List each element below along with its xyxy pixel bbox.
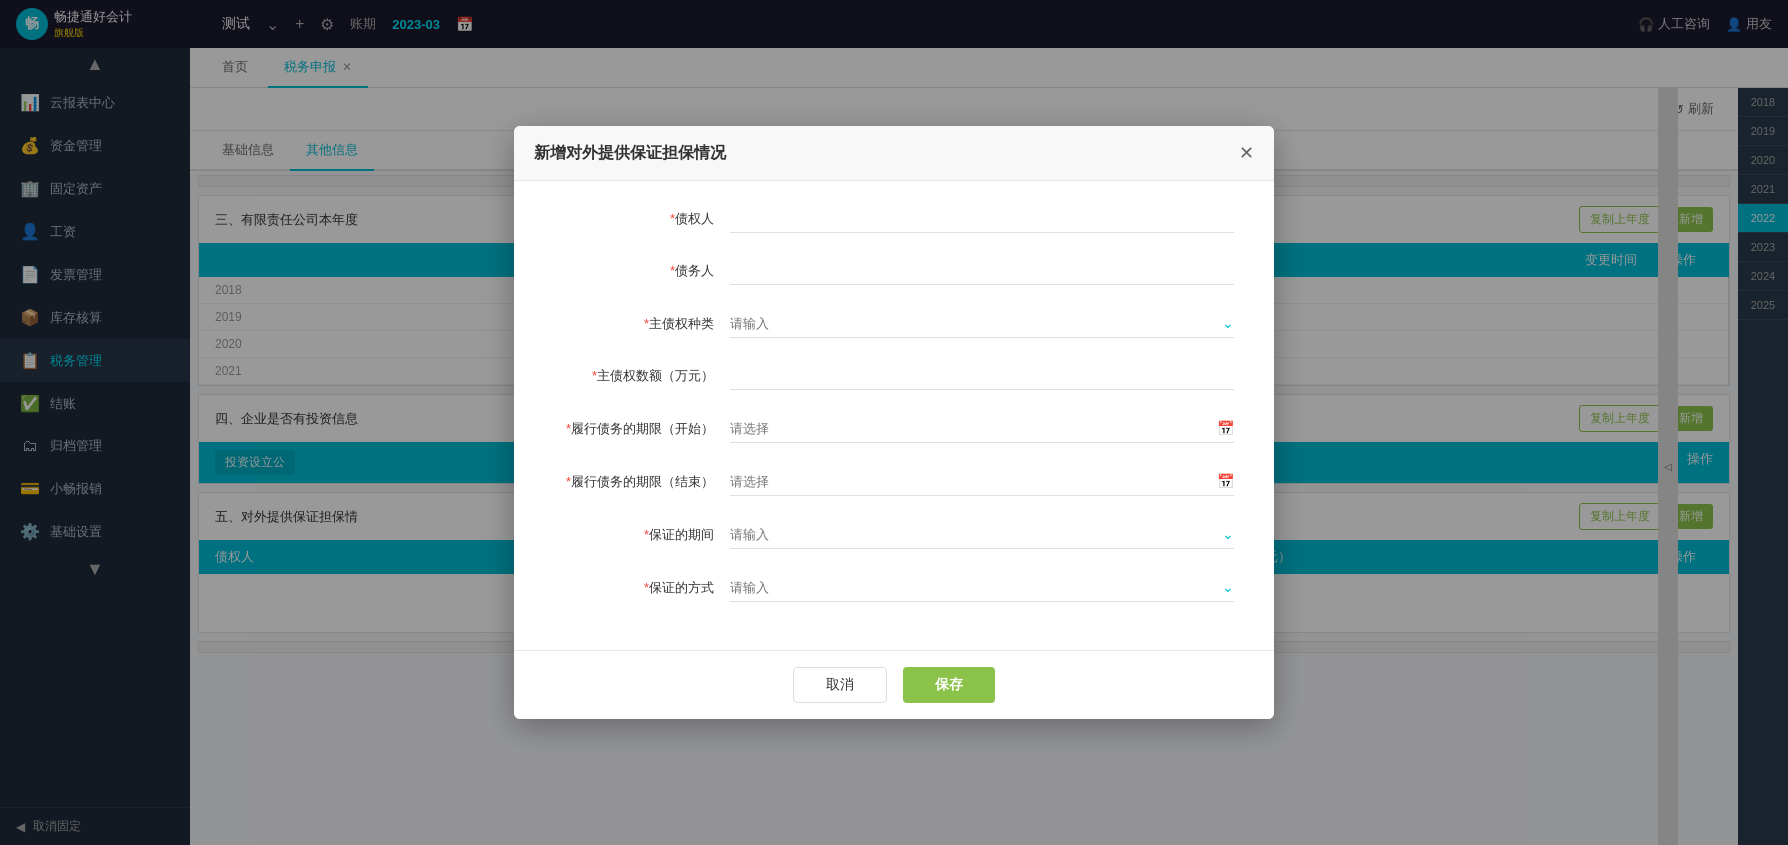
date-start: 📅 (730, 414, 1234, 443)
chevron-down3-icon: ⌄ (1222, 579, 1234, 595)
form-row-start-date: *履行债务的期限（开始） 📅 (554, 414, 1234, 443)
label-amount: *主债权数额（万元） (554, 367, 714, 385)
input-zhaiwuren[interactable] (730, 257, 1234, 285)
label-baozhengqijian: *保证的期间 (554, 526, 714, 544)
select-baozhengfangshi[interactable]: ⌄ (730, 573, 1234, 602)
form-row-baozhengfangshi: *保证的方式 ⌄ (554, 573, 1234, 602)
select-baozhengqijian[interactable]: ⌄ (730, 520, 1234, 549)
modal-title: 新增对外提供保证担保情况 (534, 143, 726, 164)
input-start-date[interactable] (730, 421, 1217, 436)
label-zhaiwuren: *债务人 (554, 262, 714, 280)
modal-body: *债权人 *债务人 *主债权种类 ⌄ (514, 181, 1274, 650)
select-zhuzhaiquan[interactable]: ⌄ (730, 309, 1234, 338)
modal-header: 新增对外提供保证担保情况 ✕ (514, 126, 1274, 181)
save-button[interactable]: 保存 (903, 667, 995, 703)
cancel-button[interactable]: 取消 (793, 667, 887, 703)
chevron-down-icon: ⌄ (1222, 315, 1234, 331)
form-row-amount: *主债权数额（万元） (554, 362, 1234, 390)
input-zhaiquanren[interactable] (730, 205, 1234, 233)
input-baozhengqijian[interactable] (730, 527, 1222, 542)
modal-footer: 取消 保存 (514, 650, 1274, 719)
label-end-date: *履行债务的期限（结束） (554, 473, 714, 491)
form-row-baozhengqijian: *保证的期间 ⌄ (554, 520, 1234, 549)
input-baozhengfangshi[interactable] (730, 580, 1222, 595)
label-start-date: *履行债务的期限（开始） (554, 420, 714, 438)
form-row-zhaiquanren: *债权人 (554, 205, 1234, 233)
modal-overlay: 新增对外提供保证担保情况 ✕ *债权人 *债务人 *主债权种类 (0, 0, 1788, 845)
form-row-zhaiwuren: *债务人 (554, 257, 1234, 285)
date-end: 📅 (730, 467, 1234, 496)
input-amount[interactable] (730, 362, 1234, 390)
label-zhuzhaiquan: *主债权种类 (554, 315, 714, 333)
modal-dialog: 新增对外提供保证担保情况 ✕ *债权人 *债务人 *主债权种类 (514, 126, 1274, 719)
chevron-down2-icon: ⌄ (1222, 526, 1234, 542)
calendar-start-icon[interactable]: 📅 (1217, 420, 1234, 436)
modal-close-btn[interactable]: ✕ (1239, 142, 1254, 164)
label-zhaiquanren: *债权人 (554, 210, 714, 228)
input-end-date[interactable] (730, 474, 1217, 489)
label-baozhengfangshi: *保证的方式 (554, 579, 714, 597)
input-zhuzhaiquan[interactable] (730, 316, 1222, 331)
form-row-zhuzhaiquan: *主债权种类 ⌄ (554, 309, 1234, 338)
form-row-end-date: *履行债务的期限（结束） 📅 (554, 467, 1234, 496)
calendar-end-icon[interactable]: 📅 (1217, 473, 1234, 489)
